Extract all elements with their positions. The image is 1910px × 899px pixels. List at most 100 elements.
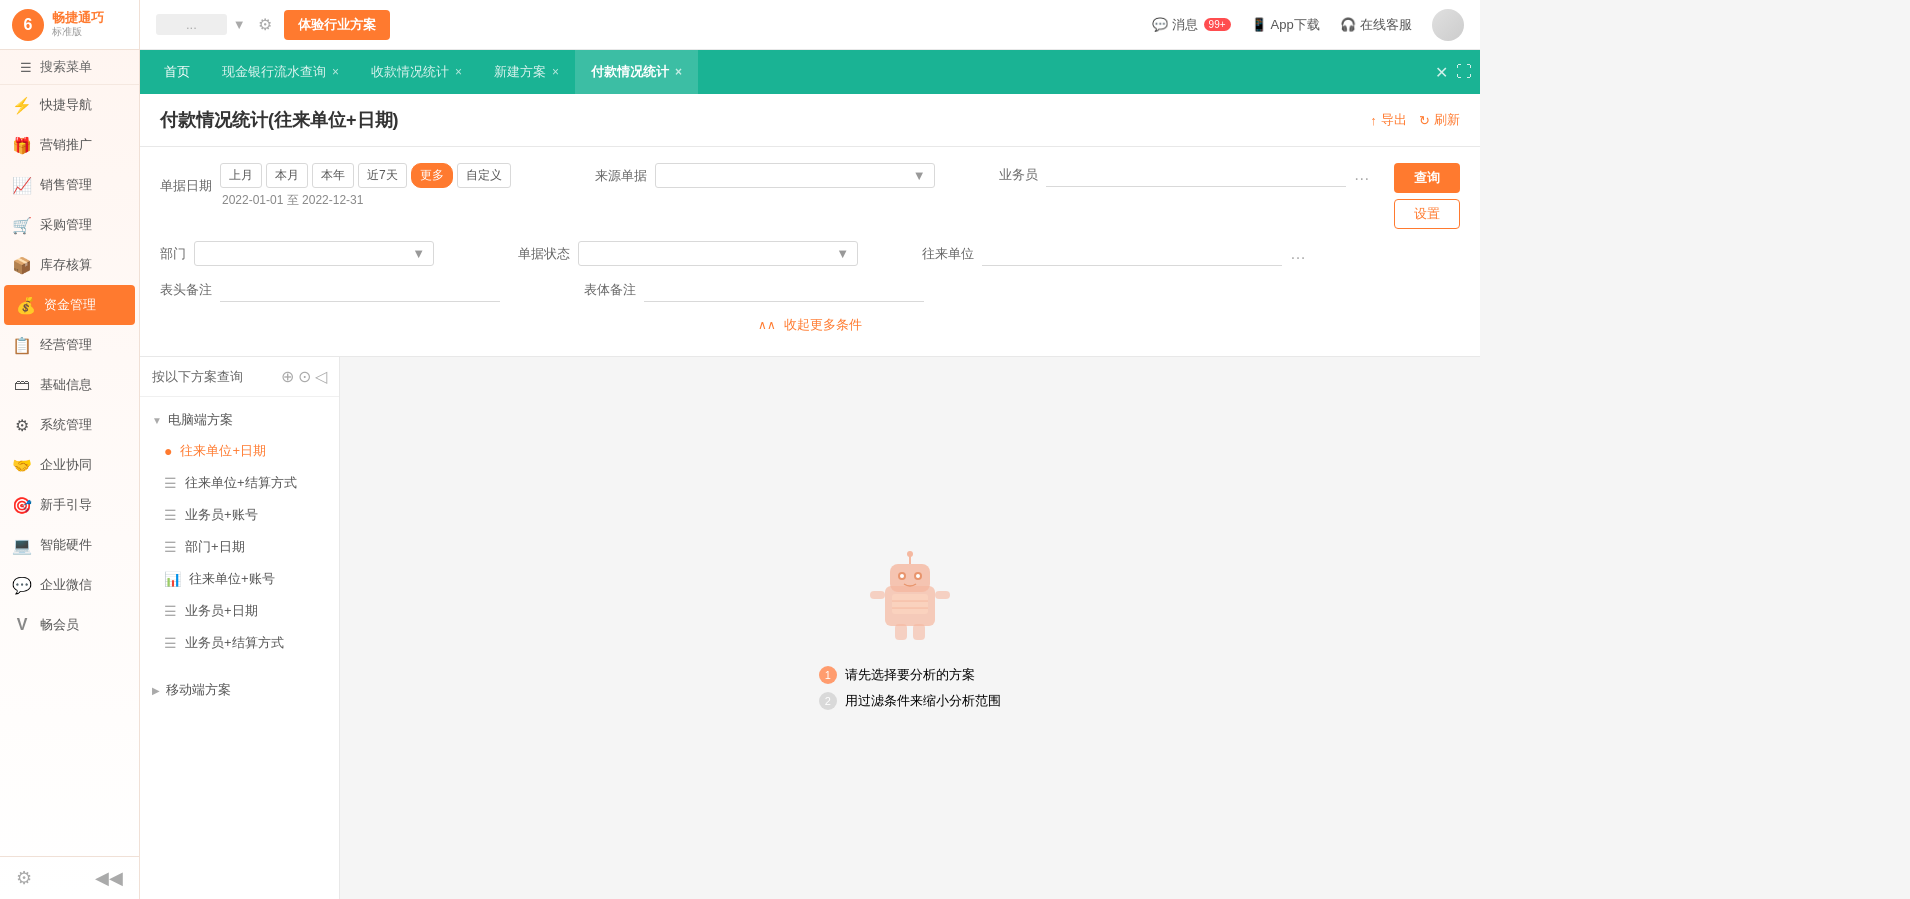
collapse-sidebar-icon[interactable]: ◀◀ (95, 867, 123, 889)
tab-receivable-label: 收款情况统计 (371, 63, 449, 81)
tab-bar: 首页 现金银行流水查询 × 收款情况统计 × 新建方案 × 付款情况统计 × ✕… (140, 50, 1480, 94)
scheme-group-desktop-title[interactable]: ▼ 电脑端方案 (140, 405, 339, 435)
scheme-item-dept-date[interactable]: ☰ 部门+日期 (140, 531, 339, 563)
settings-button[interactable]: 设置 (1394, 199, 1460, 229)
export-icon: ↑ (1370, 113, 1377, 128)
header-note-input[interactable] (220, 278, 500, 302)
sidebar-logo: 6 畅捷通巧 标准版 (0, 0, 139, 50)
scheme-item-unit-account[interactable]: 📊 往来单位+账号 (140, 563, 339, 595)
sidebar-item-sales[interactable]: 📈 销售管理 (0, 165, 139, 205)
tab-new-plan[interactable]: 新建方案 × (478, 50, 575, 94)
tab-receivable[interactable]: 收款情况统计 × (355, 50, 478, 94)
svg-point-7 (907, 551, 913, 557)
sidebar-item-capital[interactable]: 💰 资金管理 (4, 285, 135, 325)
experience-btn[interactable]: 体验行业方案 (284, 10, 390, 40)
sidebar-item-hardware[interactable]: 💻 智能硬件 (0, 525, 139, 565)
scheme-item-staff-date[interactable]: ☰ 业务员+日期 (140, 595, 339, 627)
date-btn-more[interactable]: 更多 (411, 163, 453, 188)
counterpart-input[interactable] (982, 242, 1282, 266)
tab-bank-flow-label: 现金银行流水查询 (222, 63, 326, 81)
svg-rect-1 (890, 564, 930, 592)
tab-payment-stat-close[interactable]: × (675, 65, 682, 79)
online-service-label: 在线客服 (1360, 16, 1412, 34)
date-btn-last-month[interactable]: 上月 (220, 163, 262, 188)
sidebar-item-enterprise[interactable]: 🤝 企业协同 (0, 445, 139, 485)
sidebar-item-inventory[interactable]: 📦 库存核算 (0, 245, 139, 285)
staff-date-label: 业务员+日期 (185, 602, 258, 620)
search-menu-item[interactable]: ☰ 搜索菜单 (0, 50, 139, 85)
query-button[interactable]: 查询 (1394, 163, 1460, 193)
sidebar-item-newbie[interactable]: 🎯 新手引导 (0, 485, 139, 525)
sidebar-item-basic[interactable]: 🗃 基础信息 (0, 365, 139, 405)
purchase-icon: 🛒 (12, 215, 32, 235)
sidebar-item-inventory-label: 库存核算 (40, 256, 92, 274)
scheme-panel-title: 按以下方案查询 (152, 368, 243, 386)
tab-payment-stat[interactable]: 付款情况统计 × (575, 50, 698, 94)
tab-payment-stat-label: 付款情况统计 (591, 63, 669, 81)
refresh-button[interactable]: ↻ 刷新 (1419, 111, 1460, 129)
quick-nav-icon: ⚡ (12, 95, 32, 115)
export-button[interactable]: ↑ 导出 (1370, 111, 1407, 129)
salesperson-input[interactable] (1046, 163, 1346, 187)
scheme-collapse-icon[interactable]: ◁ (315, 367, 327, 386)
tab-close-all-icon[interactable]: ✕ (1435, 63, 1448, 82)
date-btn-this-year[interactable]: 本年 (312, 163, 354, 188)
scheme-add-icon[interactable]: ⊕ (281, 367, 294, 386)
scheme-item-unit-settle[interactable]: ☰ 往来单位+结算方式 (140, 467, 339, 499)
sidebar-item-wechat[interactable]: 💬 企业微信 (0, 565, 139, 605)
sidebar-item-marketing[interactable]: 🎁 营销推广 (0, 125, 139, 165)
staff-settle-icon: ☰ (164, 635, 177, 651)
user-avatar[interactable] (1432, 9, 1464, 41)
mobile-group-arrow: ▶ (152, 685, 160, 696)
tab-bank-flow[interactable]: 现金银行流水查询 × (206, 50, 355, 94)
message-icon: 💬 (1152, 17, 1168, 32)
scheme-item-staff-account[interactable]: ☰ 业务员+账号 (140, 499, 339, 531)
step-2-num: 2 (819, 692, 837, 710)
date-btn-last-7-days[interactable]: 近7天 (358, 163, 407, 188)
scheme-settings-icon[interactable]: ⊙ (298, 367, 311, 386)
salesperson-filter-label: 业务员 (999, 166, 1038, 184)
settings-bottom-icon[interactable]: ⚙ (16, 867, 32, 889)
notifications-item[interactable]: 💬 消息 99+ (1152, 16, 1231, 34)
tab-bank-flow-close[interactable]: × (332, 65, 339, 79)
sidebar-item-operation[interactable]: 📋 经营管理 (0, 325, 139, 365)
sidebar-item-purchase[interactable]: 🛒 采购管理 (0, 205, 139, 245)
dept-select[interactable]: ▼ (194, 241, 434, 266)
sidebar-item-quick-nav[interactable]: ⚡ 快捷导航 (0, 85, 139, 125)
collapse-bar[interactable]: ∧∧ 收起更多条件 (160, 310, 1460, 340)
scheme-group-mobile-title[interactable]: ▶ 移动端方案 (140, 675, 339, 705)
app-download-item[interactable]: 📱 App下载 (1251, 16, 1320, 34)
tab-receivable-close[interactable]: × (455, 65, 462, 79)
date-btn-this-month[interactable]: 本月 (266, 163, 308, 188)
empty-step-1: 1 请先选择要分析的方案 (819, 666, 1001, 684)
dept-date-label: 部门+日期 (185, 538, 245, 556)
body-note-input[interactable] (644, 278, 924, 302)
tab-new-plan-close[interactable]: × (552, 65, 559, 79)
salesperson-filter-group: 业务员 … (999, 163, 1370, 187)
logo-icon: 6 (12, 9, 44, 41)
address-dropdown-icon[interactable]: ▼ (233, 17, 246, 32)
scheme-item-unit-date[interactable]: ● 往来单位+日期 (140, 435, 339, 467)
staff-account-label: 业务员+账号 (185, 506, 258, 524)
sidebar-item-quick-nav-label: 快捷导航 (40, 96, 92, 114)
collapse-icon: ∧∧ (758, 318, 776, 332)
sidebar-item-system[interactable]: ⚙ 系统管理 (0, 405, 139, 445)
tab-fullscreen-icon[interactable]: ⛶ (1456, 63, 1472, 81)
doc-status-select[interactable]: ▼ (578, 241, 858, 266)
salesperson-dots[interactable]: … (1354, 166, 1370, 184)
online-service-item[interactable]: 🎧 在线客服 (1340, 16, 1412, 34)
doc-status-select-arrow: ▼ (836, 246, 849, 261)
app-icon: 📱 (1251, 17, 1267, 32)
sidebar-item-enterprise-label: 企业协同 (40, 456, 92, 474)
source-select[interactable]: ▼ (655, 163, 935, 188)
topbar-right: 💬 消息 99+ 📱 App下载 🎧 在线客服 (1152, 9, 1464, 41)
salesperson-filter-row: … (1046, 163, 1370, 187)
date-btn-custom[interactable]: 自定义 (457, 163, 511, 188)
counterpart-dots[interactable]: … (1290, 245, 1306, 263)
topbar-gear-icon[interactable]: ⚙ (258, 15, 272, 34)
scheme-item-staff-settle[interactable]: ☰ 业务员+结算方式 (140, 627, 339, 659)
content-body: 按以下方案查询 ⊕ ⊙ ◁ ▼ 电脑端方案 ● 往来单位+日期 (140, 357, 1480, 899)
sidebar-item-member[interactable]: V 畅会员 (0, 605, 139, 645)
tab-home[interactable]: 首页 (148, 50, 206, 94)
filter-row-1: 单据日期 上月 本月 本年 近7天 更多 自定义 2022-01-01 至 20… (160, 163, 1460, 229)
